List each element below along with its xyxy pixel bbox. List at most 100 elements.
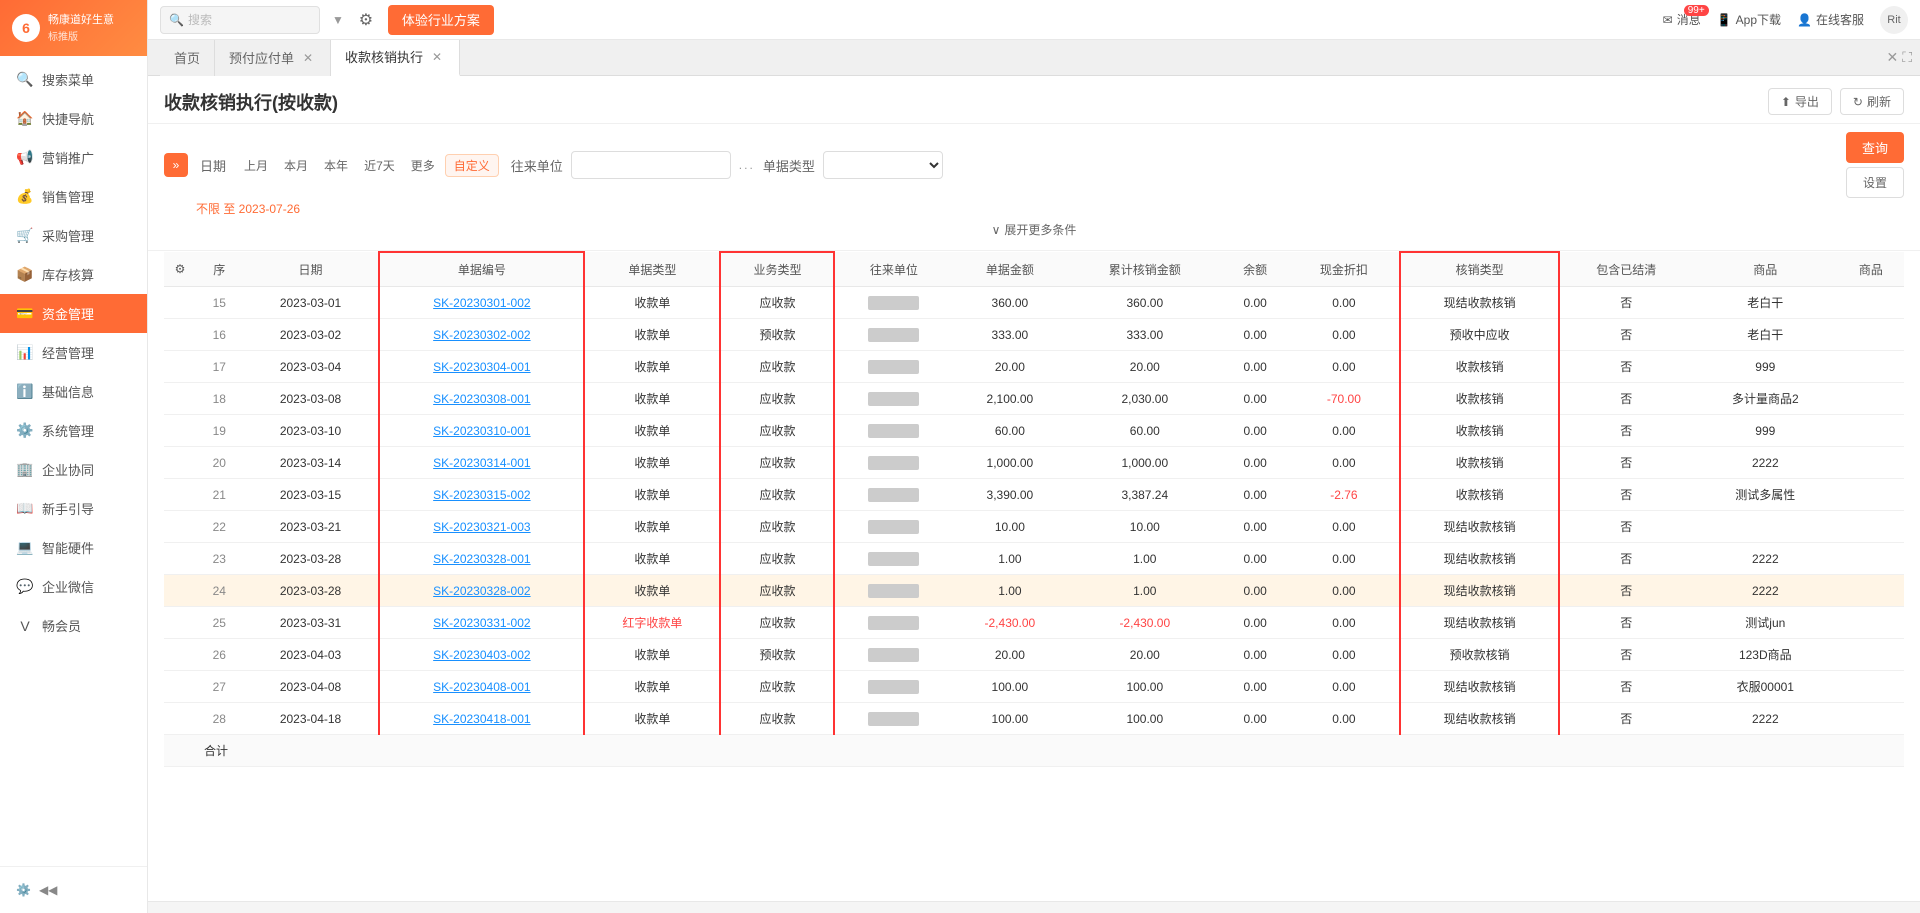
row-goods: 999	[1693, 415, 1838, 447]
sidebar-item-marketing[interactable]: 📢 营销推广	[0, 138, 147, 177]
row-doc-no[interactable]: SK-20230314-001	[379, 447, 584, 479]
row-biz-type: 应收款	[720, 703, 834, 735]
row-doc-no[interactable]: SK-20230302-002	[379, 319, 584, 351]
row-doc-no[interactable]: SK-20230301-002	[379, 287, 584, 319]
row-doc-no[interactable]: SK-20230308-001	[379, 383, 584, 415]
sidebar-item-wechat[interactable]: 💬 企业微信	[0, 567, 147, 606]
sidebar-item-sales[interactable]: 💰 销售管理	[0, 177, 147, 216]
partner-input[interactable]	[571, 151, 731, 179]
date-last-month[interactable]: 上月	[238, 154, 274, 177]
topbar-search[interactable]: 🔍 搜索	[160, 6, 320, 34]
sidebar-item-operations[interactable]: 📊 经营管理	[0, 333, 147, 372]
tab-expand-icon[interactable]: ⛶	[1902, 49, 1912, 66]
row-amount: 100.00	[952, 671, 1067, 703]
query-btn[interactable]: 查询	[1846, 132, 1904, 163]
sidebar-item-inventory[interactable]: 📦 库存核算	[0, 255, 147, 294]
row-doc-no[interactable]: SK-20230321-003	[379, 511, 584, 543]
row-no: 21	[196, 479, 243, 511]
row-goods2	[1838, 671, 1904, 703]
row-select	[164, 415, 196, 447]
expand-more-btn[interactable]: ∨ 展开更多条件	[992, 221, 1077, 238]
quick-icon: 🏠	[16, 110, 34, 127]
sidebar-item-finance[interactable]: 💳 资金管理	[0, 294, 147, 333]
tab-home[interactable]: 首页	[160, 40, 215, 76]
setting-btn[interactable]: 设置	[1846, 167, 1904, 198]
th-amount: 单据金额	[952, 252, 1067, 287]
row-doc-no[interactable]: SK-20230304-001	[379, 351, 584, 383]
sidebar-item-system[interactable]: ⚙️ 系统管理	[0, 411, 147, 450]
sidebar-item-search[interactable]: 🔍 搜索菜单	[0, 60, 147, 99]
row-cancel-type: 现结收款核销	[1400, 607, 1558, 639]
sidebar-item-basic[interactable]: ℹ️ 基础信息	[0, 372, 147, 411]
settings-icon: ⚙️	[16, 883, 31, 897]
sidebar-item-corp[interactable]: 🏢 企业协同	[0, 450, 147, 489]
row-date: 2023-04-03	[243, 639, 380, 671]
row-date: 2023-03-10	[243, 415, 380, 447]
tab-collection[interactable]: 收款核销执行 ✕	[331, 40, 460, 76]
sidebar-item-hardware[interactable]: 💻 智能硬件	[0, 528, 147, 567]
row-no: 27	[196, 671, 243, 703]
row-select	[164, 575, 196, 607]
dropdown-arrow[interactable]: ▼	[332, 13, 344, 27]
tabs-bar: 首页 预付应付单 ✕ 收款核销执行 ✕ ✕ ⛶	[148, 40, 1920, 76]
sidebar-settings-btn[interactable]: ⚙️ ◀◀	[0, 875, 147, 905]
row-no: 15	[196, 287, 243, 319]
row-goods2	[1838, 351, 1904, 383]
bottom-scrollbar[interactable]	[148, 901, 1920, 913]
row-doc-no[interactable]: SK-20230408-001	[379, 671, 584, 703]
row-doc-no[interactable]: SK-20230328-002	[379, 575, 584, 607]
row-discount: 0.00	[1288, 319, 1400, 351]
row-biz-type: 应收款	[720, 479, 834, 511]
row-doc-no[interactable]: SK-20230331-002	[379, 607, 584, 639]
date-this-month[interactable]: 本月	[278, 154, 314, 177]
row-goods: 2222	[1693, 543, 1838, 575]
industry-btn[interactable]: 体验行业方案	[388, 5, 494, 35]
row-doc-no[interactable]: SK-20230418-001	[379, 703, 584, 735]
row-biz-type: 应收款	[720, 287, 834, 319]
message-btn[interactable]: ✉ 消息 99+	[1663, 11, 1701, 28]
filter-date-options: 上月 本月 本年 近7天 更多 自定义	[238, 154, 499, 177]
tab-close-prepay[interactable]: ✕	[300, 50, 316, 66]
row-partner: ██████	[834, 703, 952, 735]
user-avatar[interactable]: Rit	[1880, 6, 1908, 34]
row-doc-no[interactable]: SK-20230403-002	[379, 639, 584, 671]
row-doc-type: 收款单	[584, 639, 720, 671]
tab-prepay[interactable]: 预付应付单 ✕	[215, 40, 331, 76]
refresh-btn[interactable]: ↻ 刷新	[1840, 88, 1904, 115]
th-gear[interactable]: ⚙	[164, 252, 196, 287]
sidebar-item-guide[interactable]: 📖 新手引导	[0, 489, 147, 528]
row-doc-no[interactable]: SK-20230310-001	[379, 415, 584, 447]
online-service-btn[interactable]: 👤 在线客服	[1797, 11, 1864, 28]
sidebar-item-quick[interactable]: 🏠 快捷导航	[0, 99, 147, 138]
row-no: 18	[196, 383, 243, 415]
row-verified: 1.00	[1068, 543, 1223, 575]
date-last-7days[interactable]: 近7天	[358, 154, 401, 177]
row-balance: 0.00	[1222, 511, 1288, 543]
row-goods2	[1838, 639, 1904, 671]
row-verified: 2,030.00	[1068, 383, 1223, 415]
row-doc-no[interactable]: SK-20230315-002	[379, 479, 584, 511]
export-btn[interactable]: ⬆ 导出	[1768, 88, 1832, 115]
app-download-btn[interactable]: 📱 App下载	[1717, 11, 1781, 28]
collapse-icon: ◀◀	[39, 883, 57, 897]
row-discount: 0.00	[1288, 575, 1400, 607]
doc-type-label: 单据类型	[763, 156, 815, 175]
filter-expand-btn[interactable]: »	[164, 153, 188, 177]
row-doc-no[interactable]: SK-20230328-001	[379, 543, 584, 575]
content-area: 收款核销执行(按收款) ⬆ 导出 ↻ 刷新 » 日期 上月 本月	[148, 76, 1920, 913]
date-more[interactable]: 更多	[405, 154, 441, 177]
row-goods	[1693, 511, 1838, 543]
row-biz-type: 应收款	[720, 607, 834, 639]
tab-close-icon[interactable]: ✕	[1886, 49, 1898, 66]
doc-type-select[interactable]	[823, 151, 943, 179]
sidebar-bottom: ⚙️ ◀◀	[0, 866, 147, 913]
date-this-year[interactable]: 本年	[318, 154, 354, 177]
gear-button[interactable]: ⚙	[352, 6, 380, 34]
tab-close-collection[interactable]: ✕	[429, 49, 445, 65]
date-custom-btn[interactable]: 自定义	[445, 154, 499, 177]
sidebar-item-purchase[interactable]: 🛒 采购管理	[0, 216, 147, 255]
row-date: 2023-03-02	[243, 319, 380, 351]
sidebar: 6 畅康道好生意 标推版 🔍 搜索菜单 🏠 快捷导航 📢 营销推广 💰 销售管理…	[0, 0, 148, 913]
row-balance: 0.00	[1222, 639, 1288, 671]
sidebar-item-member[interactable]: V 畅会员	[0, 606, 147, 645]
